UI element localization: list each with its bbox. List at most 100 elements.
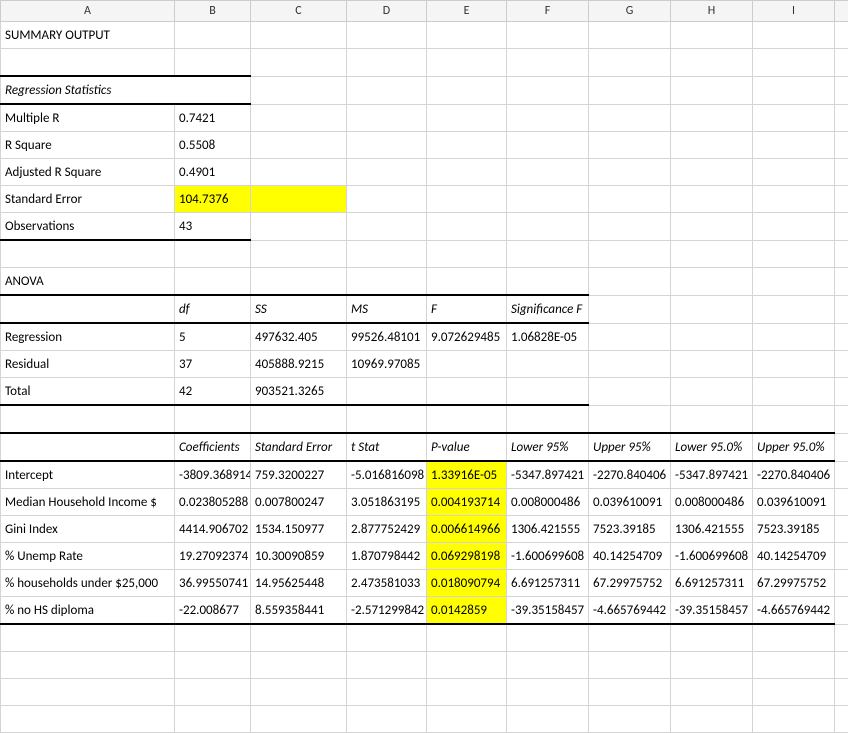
cell[interactable] bbox=[753, 104, 835, 132]
cell[interactable] bbox=[671, 378, 753, 406]
cell-summary-output[interactable]: SUMMARY OUTPUT bbox=[1, 22, 175, 49]
cell[interactable] bbox=[753, 624, 835, 652]
col-header[interactable]: J bbox=[835, 1, 848, 22]
cell[interactable] bbox=[753, 268, 835, 296]
cell[interactable] bbox=[589, 405, 671, 433]
cell[interactable] bbox=[427, 624, 507, 652]
cell[interactable] bbox=[507, 76, 589, 104]
cell[interactable] bbox=[175, 240, 251, 268]
cell[interactable] bbox=[671, 132, 753, 159]
cell-label[interactable]: Median Household Income $ bbox=[1, 489, 175, 516]
cell-value[interactable]: 5 bbox=[175, 323, 251, 351]
cell[interactable] bbox=[507, 679, 589, 706]
cell[interactable] bbox=[671, 351, 753, 378]
cell-value[interactable]: 40.14254709 bbox=[589, 543, 671, 570]
cell[interactable] bbox=[347, 213, 427, 241]
cell-value[interactable]: 0.023805288 bbox=[175, 489, 251, 516]
cell[interactable] bbox=[753, 240, 835, 268]
cell-header[interactable]: P-value bbox=[427, 433, 507, 461]
cell[interactable] bbox=[671, 49, 753, 77]
cell[interactable] bbox=[251, 104, 347, 132]
cell[interactable] bbox=[671, 268, 753, 296]
cell[interactable] bbox=[753, 49, 835, 77]
cell[interactable] bbox=[835, 22, 848, 49]
cell-value[interactable]: 10.30090859 bbox=[251, 543, 347, 570]
cell[interactable] bbox=[835, 516, 848, 543]
cell-value[interactable]: 0.5508 bbox=[175, 132, 251, 159]
cell[interactable] bbox=[507, 213, 589, 241]
cell[interactable] bbox=[589, 159, 671, 186]
cell[interactable] bbox=[427, 240, 507, 268]
cell-reg-stats-header[interactable]: Regression Statistics bbox=[1, 76, 251, 104]
cell[interactable] bbox=[175, 679, 251, 706]
cell[interactable] bbox=[507, 652, 589, 679]
cell[interactable] bbox=[835, 405, 848, 433]
cell[interactable] bbox=[589, 76, 671, 104]
cell[interactable] bbox=[589, 186, 671, 213]
cell[interactable] bbox=[835, 624, 848, 652]
cell-value[interactable]: 497632.405 bbox=[251, 323, 347, 351]
col-header[interactable]: H bbox=[671, 1, 753, 22]
cell-header[interactable]: MS bbox=[347, 295, 427, 323]
cell[interactable] bbox=[251, 679, 347, 706]
cell[interactable] bbox=[347, 49, 427, 77]
cell-value[interactable]: 0.039610091 bbox=[589, 489, 671, 516]
cell-value[interactable]: 6.691257311 bbox=[507, 570, 589, 597]
cell[interactable] bbox=[507, 240, 589, 268]
cell[interactable] bbox=[251, 706, 347, 733]
cell[interactable] bbox=[835, 213, 848, 241]
col-header[interactable]: E bbox=[427, 1, 507, 22]
cell[interactable] bbox=[347, 132, 427, 159]
cell[interactable] bbox=[589, 295, 671, 323]
cell-value-highlight[interactable]: 0.004193714 bbox=[427, 489, 507, 516]
cell[interactable] bbox=[427, 49, 507, 77]
cell[interactable] bbox=[347, 104, 427, 132]
cell[interactable] bbox=[427, 679, 507, 706]
cell[interactable] bbox=[251, 213, 347, 241]
cell[interactable] bbox=[589, 213, 671, 241]
cell-value-highlight[interactable]: 0.069298198 bbox=[427, 543, 507, 570]
cell[interactable] bbox=[835, 159, 848, 186]
cell[interactable] bbox=[507, 159, 589, 186]
cell[interactable] bbox=[835, 104, 848, 132]
cell-value[interactable]: 2.473581033 bbox=[347, 570, 427, 597]
cell[interactable] bbox=[589, 49, 671, 77]
cell[interactable] bbox=[835, 489, 848, 516]
cell-value[interactable]: -1.600699608 bbox=[507, 543, 589, 570]
cell-value[interactable]: 405888.9215 bbox=[251, 351, 347, 378]
cell[interactable] bbox=[251, 159, 347, 186]
cell-value-highlight[interactable]: 0.0142859 bbox=[427, 597, 507, 625]
cell-value[interactable]: 7523.39185 bbox=[589, 516, 671, 543]
cell-value[interactable]: -5.016816098 bbox=[347, 461, 427, 489]
cell[interactable] bbox=[671, 405, 753, 433]
cell[interactable] bbox=[589, 323, 671, 351]
cell-value[interactable]: 67.29975752 bbox=[753, 570, 835, 597]
cell[interactable] bbox=[671, 624, 753, 652]
cell[interactable] bbox=[1, 433, 175, 461]
cell-label[interactable]: Standard Error bbox=[1, 186, 175, 213]
cell[interactable] bbox=[753, 706, 835, 733]
cell-value[interactable]: -2.571299842 bbox=[347, 597, 427, 625]
cell-value[interactable]: 19.27092374 bbox=[175, 543, 251, 570]
cell[interactable] bbox=[589, 268, 671, 296]
cell[interactable] bbox=[251, 22, 347, 49]
spreadsheet[interactable]: A B C D E F G H I J K SUMMARY OUTPUT Reg… bbox=[0, 0, 848, 733]
cell[interactable] bbox=[671, 652, 753, 679]
cell-value[interactable]: 1306.421555 bbox=[671, 516, 753, 543]
cell-label[interactable]: % households under $25,000 bbox=[1, 570, 175, 597]
col-header[interactable]: F bbox=[507, 1, 589, 22]
cell[interactable] bbox=[835, 295, 848, 323]
cell-header[interactable]: t Stat bbox=[347, 433, 427, 461]
cell[interactable] bbox=[753, 213, 835, 241]
cell-value[interactable]: 0.4901 bbox=[175, 159, 251, 186]
cell[interactable] bbox=[427, 268, 507, 296]
cell[interactable] bbox=[507, 706, 589, 733]
cell[interactable] bbox=[251, 268, 347, 296]
cell-value[interactable]: 99526.48101 bbox=[347, 323, 427, 351]
cell[interactable] bbox=[671, 706, 753, 733]
cell[interactable] bbox=[1, 706, 175, 733]
cell[interactable] bbox=[671, 295, 753, 323]
cell[interactable] bbox=[347, 652, 427, 679]
cell[interactable] bbox=[175, 706, 251, 733]
cell[interactable] bbox=[753, 295, 835, 323]
